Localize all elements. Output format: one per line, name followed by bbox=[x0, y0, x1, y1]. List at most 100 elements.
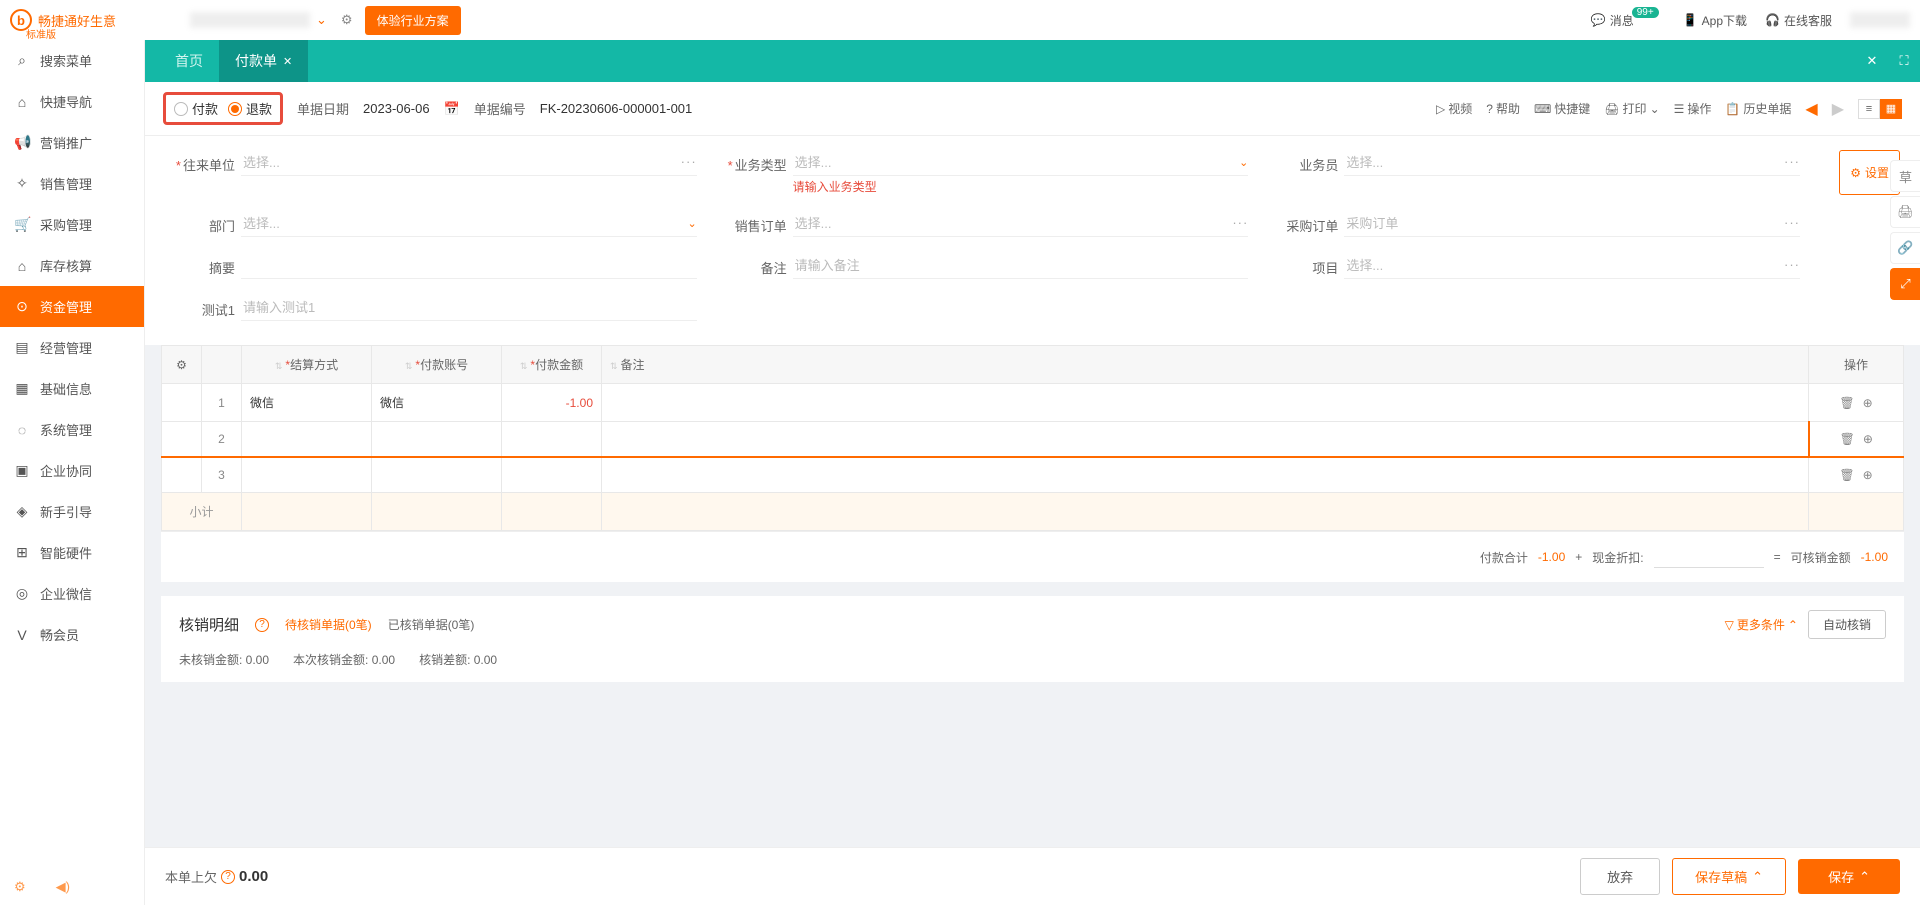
gear-icon[interactable]: ⚙ bbox=[14, 879, 26, 895]
gear-icon[interactable]: ⚙ bbox=[341, 12, 353, 28]
auto-writeoff-button[interactable]: 自动核销 bbox=[1808, 610, 1886, 639]
video-link[interactable]: ▷ 视频 bbox=[1436, 100, 1472, 117]
org-selector[interactable]: ⌄ ⚙ bbox=[190, 12, 353, 28]
more-icon[interactable]: ··· bbox=[681, 154, 697, 169]
cell-settle[interactable]: 微信 bbox=[242, 384, 372, 422]
col-amount[interactable]: ⇅*付款金额 bbox=[502, 346, 602, 384]
more-icon[interactable]: ··· bbox=[1784, 215, 1800, 230]
sidebar-item-guide[interactable]: ◈新手引导 bbox=[0, 491, 144, 532]
view-card-button[interactable]: ▦ bbox=[1880, 99, 1902, 119]
sidebar-item-hardware[interactable]: ⊞智能硬件 bbox=[0, 532, 144, 573]
history-link[interactable]: 📋 历史单据 bbox=[1725, 100, 1791, 117]
sidebar-item-member[interactable]: V畅会员 bbox=[0, 614, 144, 655]
close-icon[interactable]: ✕ bbox=[283, 55, 292, 68]
rail-expand-icon[interactable]: ⤢ bbox=[1890, 268, 1920, 300]
sidebar-item-marketing[interactable]: 📢营销推广 bbox=[0, 122, 144, 163]
col-remark[interactable]: ⇅备注 bbox=[602, 346, 1809, 384]
sidebar-item-collab[interactable]: ▣企业协同 bbox=[0, 450, 144, 491]
subtab-done[interactable]: 已核销单据(0笔) bbox=[388, 616, 475, 633]
view-list-button[interactable]: ≡ bbox=[1858, 99, 1880, 119]
sidebar-item-operation[interactable]: ▤经营管理 bbox=[0, 327, 144, 368]
chevron-down-icon[interactable]: ⌄ bbox=[1239, 156, 1248, 169]
sidebar-item-basic[interactable]: ▦基础信息 bbox=[0, 368, 144, 409]
next-icon[interactable]: ▶ bbox=[1832, 99, 1844, 119]
more-filter-link[interactable]: ▽ 更多条件 ⌃ bbox=[1725, 616, 1798, 633]
add-icon[interactable]: ⊕ bbox=[1863, 432, 1873, 446]
cell-amount[interactable] bbox=[502, 422, 602, 458]
table-row[interactable]: 1 微信 微信 -1.00 🗑⊕ bbox=[162, 384, 1904, 422]
summary-input[interactable] bbox=[241, 253, 697, 279]
online-service-link[interactable]: 🎧 在线客服 bbox=[1765, 12, 1832, 29]
partner-input[interactable] bbox=[241, 150, 697, 176]
chevron-down-icon[interactable]: ⌄ bbox=[687, 217, 696, 230]
cell-account[interactable] bbox=[372, 422, 502, 458]
dept-input[interactable] bbox=[241, 211, 697, 237]
col-settle[interactable]: ⇅*结算方式 bbox=[242, 346, 372, 384]
sidebar-item-system[interactable]: ◌系统管理 bbox=[0, 409, 144, 450]
cell-remark[interactable] bbox=[602, 457, 1809, 493]
help-link[interactable]: ? 帮助 bbox=[1486, 100, 1520, 117]
cell-settle[interactable] bbox=[242, 457, 372, 493]
rail-attach-icon[interactable]: 🔗 bbox=[1890, 232, 1920, 264]
sidebar-item-inventory[interactable]: ⌂库存核算 bbox=[0, 245, 144, 286]
save-button[interactable]: 保存 ⌃ bbox=[1798, 859, 1900, 894]
sidebar-item-quicknav[interactable]: ⌂快捷导航 bbox=[0, 81, 144, 122]
sidebar-item-funds[interactable]: ⊙资金管理 bbox=[0, 286, 144, 327]
tab-payment[interactable]: 付款单✕ bbox=[219, 40, 308, 82]
cell-remark[interactable] bbox=[602, 422, 1809, 458]
more-icon[interactable]: ··· bbox=[1784, 154, 1800, 169]
cell-settle[interactable] bbox=[242, 422, 372, 458]
abandon-button[interactable]: 放弃 bbox=[1580, 858, 1660, 895]
add-icon[interactable]: ⊕ bbox=[1863, 468, 1873, 482]
close-tab-button[interactable]: ✕ bbox=[1856, 40, 1888, 82]
more-icon[interactable]: ··· bbox=[1784, 257, 1800, 272]
salesperson-input[interactable] bbox=[1344, 150, 1800, 176]
doc-date-value[interactable]: 2023-06-06 bbox=[363, 101, 430, 116]
remark-input[interactable] bbox=[793, 253, 1249, 279]
sidebar-item-search[interactable]: ⌕搜索菜单 bbox=[0, 40, 144, 81]
cell-account[interactable]: 微信 bbox=[372, 384, 502, 422]
subtab-pending[interactable]: 待核销单据(0笔) bbox=[285, 616, 372, 633]
test1-input[interactable] bbox=[241, 295, 697, 321]
rail-print-icon[interactable]: 🖨 bbox=[1890, 196, 1920, 228]
sidebar-item-sales[interactable]: ✧销售管理 bbox=[0, 163, 144, 204]
delete-icon[interactable]: 🗑 bbox=[1839, 468, 1854, 482]
delete-icon[interactable]: 🗑 bbox=[1840, 432, 1855, 446]
cell-amount[interactable] bbox=[502, 457, 602, 493]
operate-link[interactable]: ☰ 操作 bbox=[1674, 100, 1712, 117]
calendar-icon[interactable]: 📅 bbox=[444, 101, 460, 117]
project-input[interactable] bbox=[1344, 253, 1800, 279]
collapse-icon[interactable]: ◀) bbox=[56, 879, 70, 895]
more-icon[interactable]: ··· bbox=[1232, 215, 1248, 230]
discount-input[interactable] bbox=[1654, 546, 1764, 568]
shortcut-link[interactable]: ⌨ 快捷键 bbox=[1534, 100, 1590, 117]
radio-refund[interactable]: 退款 bbox=[228, 99, 272, 118]
cell-account[interactable] bbox=[372, 457, 502, 493]
info-icon[interactable]: ? bbox=[221, 870, 235, 884]
save-draft-button[interactable]: 保存草稿 ⌃ bbox=[1672, 858, 1786, 895]
delete-icon[interactable]: 🗑 bbox=[1839, 396, 1854, 410]
sidebar-item-purchase[interactable]: 🛒采购管理 bbox=[0, 204, 144, 245]
biz-type-input[interactable] bbox=[793, 150, 1249, 176]
messages-link[interactable]: 💬 消息 99+ bbox=[1591, 12, 1665, 29]
cell-remark[interactable] bbox=[602, 384, 1809, 422]
cell-amount[interactable]: -1.00 bbox=[502, 384, 602, 422]
table-row[interactable]: 2 🗑⊕ bbox=[162, 422, 1904, 458]
rail-draft-icon[interactable]: 草 bbox=[1890, 160, 1920, 192]
add-icon[interactable]: ⊕ bbox=[1863, 396, 1873, 410]
fullscreen-button[interactable]: ⛶ bbox=[1888, 40, 1920, 82]
sidebar-item-label: 搜索菜单 bbox=[40, 51, 92, 70]
col-account[interactable]: ⇅*付款账号 bbox=[372, 346, 502, 384]
prev-icon[interactable]: ◀ bbox=[1805, 99, 1817, 119]
sales-order-input[interactable] bbox=[793, 211, 1249, 237]
print-link[interactable]: 🖨 打印 ⌄ bbox=[1604, 100, 1659, 117]
tab-home[interactable]: 首页 bbox=[159, 40, 219, 82]
radio-payment[interactable]: 付款 bbox=[174, 99, 218, 118]
purchase-order-input[interactable] bbox=[1344, 211, 1800, 237]
sidebar-item-wecom[interactable]: ◎企业微信 bbox=[0, 573, 144, 614]
experience-button[interactable]: 体验行业方案 bbox=[365, 6, 461, 35]
app-download-link[interactable]: 📱 App下载 bbox=[1683, 12, 1747, 29]
table-row[interactable]: 3 🗑⊕ bbox=[162, 457, 1904, 493]
info-icon[interactable]: ? bbox=[255, 618, 269, 632]
col-gear[interactable]: ⚙ bbox=[162, 346, 202, 384]
